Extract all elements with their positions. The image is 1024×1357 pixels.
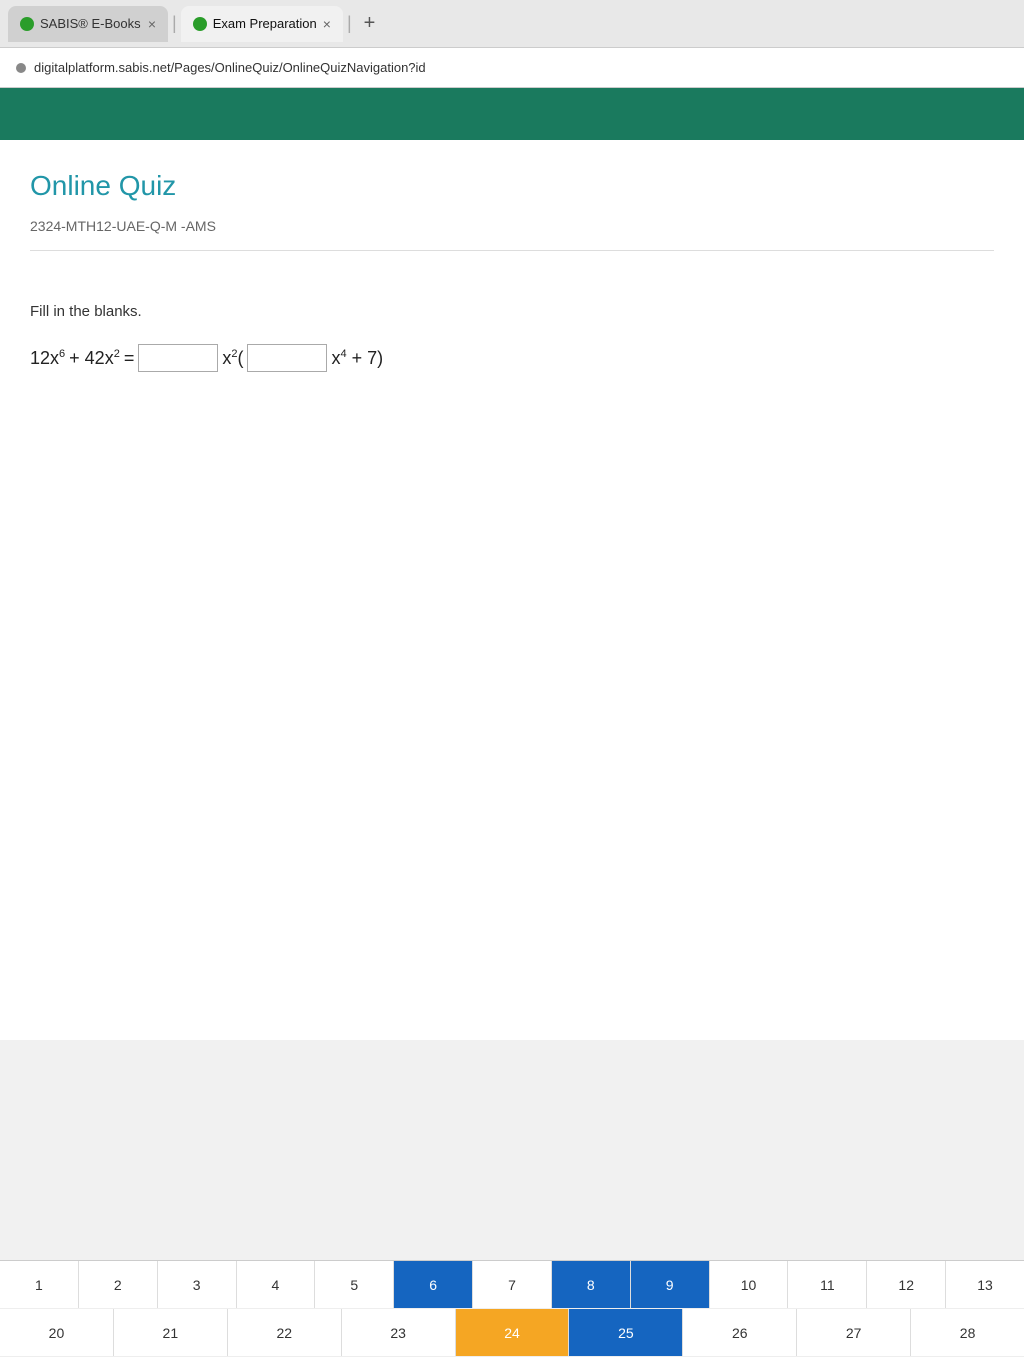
tab-favicon-2 (193, 17, 207, 31)
blank-input-1[interactable] (138, 344, 218, 372)
tabs-container: SABIS® E-Books × | Exam Preparation × | … (8, 6, 1016, 42)
nav-cell-1[interactable]: 1 (0, 1261, 79, 1308)
nav-cell-8[interactable]: 8 (552, 1261, 631, 1308)
instruction-text: Fill in the blanks. (30, 303, 994, 320)
nav-cell-5[interactable]: 5 (315, 1261, 394, 1308)
tab-exam-preparation[interactable]: Exam Preparation × (181, 6, 343, 42)
question-area: Fill in the blanks. 12x6 + 42x2 = x2( x4… (30, 283, 994, 392)
nav-cell-9[interactable]: 9 (631, 1261, 710, 1308)
nav-row-2: 20 21 22 23 24 25 26 27 28 (0, 1309, 1024, 1357)
quiz-subtitle: 2324-MTH12-UAE-Q-M -AMS (30, 218, 994, 234)
nav-cell-4[interactable]: 4 (237, 1261, 316, 1308)
tab-favicon-1 (20, 17, 34, 31)
nav-cell-10[interactable]: 10 (710, 1261, 789, 1308)
nav-cell-3[interactable]: 3 (158, 1261, 237, 1308)
nav-cell-2[interactable]: 2 (79, 1261, 158, 1308)
page-title: Online Quiz (30, 170, 994, 202)
nav-cell-28[interactable]: 28 (911, 1309, 1024, 1356)
nav-cell-27[interactable]: 27 (797, 1309, 911, 1356)
tab-divider-2: | (347, 13, 352, 34)
tab-label-2: Exam Preparation (213, 16, 317, 31)
math-term1: 12x6 (30, 348, 65, 369)
page-content: Online Quiz 2324-MTH12-UAE-Q-M -AMS Fill… (0, 140, 1024, 1040)
tab-label-1: SABIS® E-Books (40, 16, 141, 31)
nav-cell-23[interactable]: 23 (342, 1309, 456, 1356)
nav-cell-25[interactable]: 25 (569, 1309, 683, 1356)
nav-cell-26[interactable]: 26 (683, 1309, 797, 1356)
nav-cell-11[interactable]: 11 (788, 1261, 867, 1308)
divider-1 (30, 250, 994, 251)
nav-row-1: 1 2 3 4 5 6 7 8 9 10 11 12 13 (0, 1261, 1024, 1309)
tab-divider-1: | (172, 13, 177, 34)
bottom-navigation: 1 2 3 4 5 6 7 8 9 10 11 12 13 20 21 22 2… (0, 1260, 1024, 1357)
blank-input-2[interactable] (247, 344, 327, 372)
math-equals: = (124, 348, 135, 369)
tab-sabis-ebooks[interactable]: SABIS® E-Books × (8, 6, 168, 42)
security-icon (16, 63, 26, 73)
nav-cell-20[interactable]: 20 (0, 1309, 114, 1356)
nav-cell-24[interactable]: 24 (456, 1309, 570, 1356)
browser-tab-bar: SABIS® E-Books × | Exam Preparation × | … (0, 0, 1024, 48)
math-expression: 12x6 + 42x2 = x2( x4 + 7) (30, 344, 994, 372)
tab-close-1[interactable]: × (148, 16, 156, 32)
site-header (0, 88, 1024, 140)
empty-content-area (30, 392, 994, 792)
math-plus1: + 42x2 (69, 348, 120, 369)
new-tab-button[interactable]: + (356, 8, 384, 39)
address-bar[interactable]: digitalplatform.sabis.net/Pages/OnlineQu… (0, 48, 1024, 88)
tab-close-2[interactable]: × (323, 16, 331, 32)
nav-cell-13[interactable]: 13 (946, 1261, 1024, 1308)
url-text: digitalplatform.sabis.net/Pages/OnlineQu… (34, 60, 426, 75)
nav-cell-12[interactable]: 12 (867, 1261, 946, 1308)
math-suffix: x4 + 7) (331, 348, 383, 369)
math-x2: x2( (222, 348, 243, 369)
nav-cell-7[interactable]: 7 (473, 1261, 552, 1308)
nav-cell-22[interactable]: 22 (228, 1309, 342, 1356)
nav-cell-6[interactable]: 6 (394, 1261, 473, 1308)
nav-cell-21[interactable]: 21 (114, 1309, 228, 1356)
